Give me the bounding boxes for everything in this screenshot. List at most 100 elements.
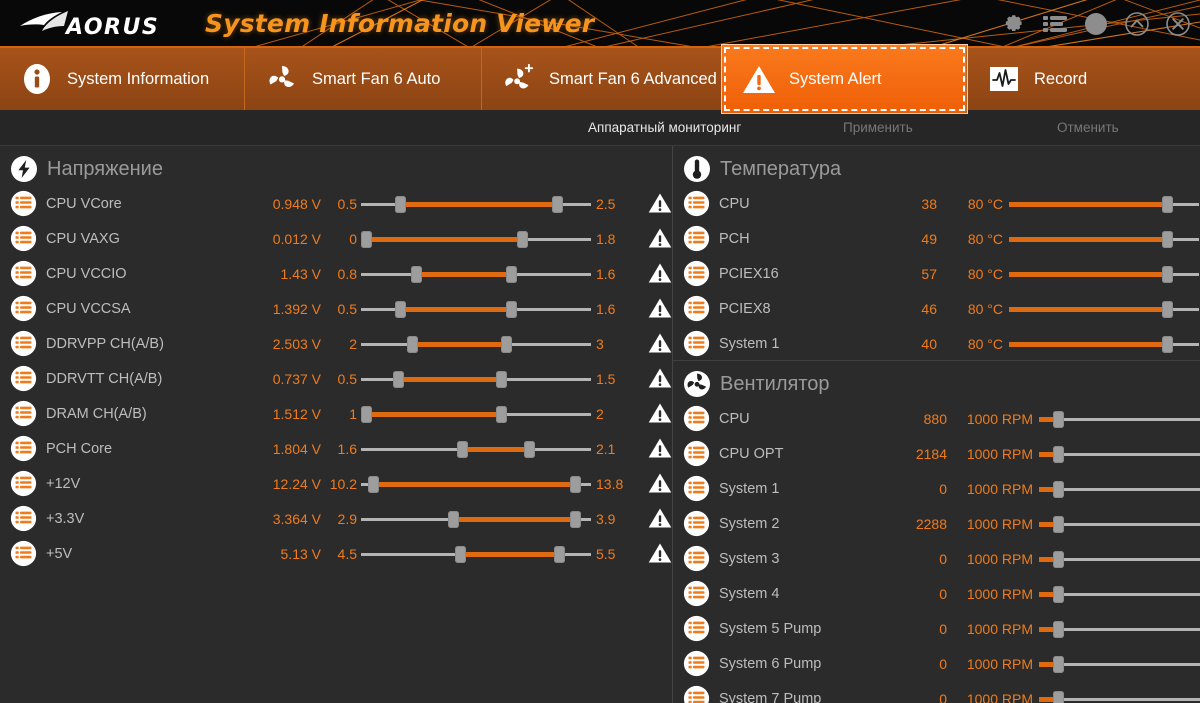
- slider-handle-min[interactable]: [406, 335, 418, 353]
- alert-toggle-icon[interactable]: [648, 507, 672, 531]
- alert-toggle-icon[interactable]: [648, 227, 672, 251]
- fan-row: CPU 880 1000 RPM: [673, 401, 1200, 436]
- voltage-range-slider[interactable]: [361, 368, 591, 390]
- slider-handle[interactable]: [1161, 230, 1173, 248]
- temperature-slider[interactable]: [1009, 193, 1199, 215]
- gear-icon[interactable]: [1000, 10, 1028, 38]
- slider-handle[interactable]: [1053, 550, 1064, 568]
- alert-toggle-icon[interactable]: [648, 332, 672, 356]
- voltage-value: 0.012 V: [272, 230, 321, 247]
- slider-handle[interactable]: [1053, 445, 1064, 463]
- fan-slider[interactable]: [1039, 548, 1200, 570]
- slider-handle-max[interactable]: [505, 265, 517, 283]
- fan-slider[interactable]: [1039, 583, 1200, 605]
- slider-handle-max[interactable]: [496, 370, 508, 388]
- fan-threshold: 1000 RPM: [966, 410, 1033, 427]
- alert-toggle-icon[interactable]: [648, 472, 672, 496]
- slider-handle[interactable]: [1161, 335, 1173, 353]
- voltage-range-slider[interactable]: [361, 508, 591, 530]
- voltage-range-slider[interactable]: [361, 473, 591, 495]
- slider-handle[interactable]: [1053, 410, 1064, 428]
- temperature-threshold: 80 °C: [967, 230, 1003, 247]
- slider-handle[interactable]: [1053, 620, 1064, 638]
- temperature-slider[interactable]: [1009, 298, 1199, 320]
- voltage-range-slider[interactable]: [361, 438, 591, 460]
- voltage-range-slider[interactable]: [361, 193, 591, 215]
- alert-toggle-icon[interactable]: [648, 402, 672, 426]
- alert-toggle-icon[interactable]: [648, 542, 672, 566]
- slider-handle-max[interactable]: [505, 300, 517, 318]
- cancel-button[interactable]: Отменить: [1057, 120, 1119, 135]
- voltage-range-slider[interactable]: [360, 403, 591, 425]
- temperature-slider[interactable]: [1009, 263, 1199, 285]
- slider-handle-max[interactable]: [500, 335, 512, 353]
- slider-handle-min[interactable]: [448, 510, 459, 528]
- slider-handle-min[interactable]: [360, 405, 372, 423]
- tab-label: Record: [1034, 69, 1088, 88]
- slider-handle-min[interactable]: [392, 370, 404, 388]
- slider-handle-min[interactable]: [411, 265, 423, 283]
- alert-toggle-icon[interactable]: [648, 262, 672, 286]
- fan-slider[interactable]: [1039, 408, 1200, 430]
- slider-handle[interactable]: [1161, 265, 1173, 283]
- slider-fill: [400, 306, 511, 312]
- voltage-min: 1.6: [337, 440, 357, 457]
- voltage-range-slider[interactable]: [361, 298, 591, 320]
- slider-handle-max[interactable]: [551, 195, 563, 213]
- fan-slider[interactable]: [1039, 478, 1200, 500]
- alert-toggle-icon[interactable]: [648, 192, 672, 216]
- fan-slider[interactable]: [1039, 653, 1200, 675]
- temperature-slider[interactable]: [1009, 228, 1199, 250]
- alert-toggle-icon[interactable]: [648, 367, 672, 391]
- hardware-monitor-button[interactable]: Аппаратный мониторинг: [588, 120, 741, 135]
- fan-plus-icon: [502, 62, 536, 96]
- slider-handle-max[interactable]: [553, 545, 565, 563]
- list-icon: [683, 330, 710, 357]
- temperature-section-header: Температура: [673, 152, 1200, 186]
- tab-smart-fan-6-auto[interactable]: Smart Fan 6 Auto: [245, 48, 482, 110]
- alert-toggle-icon[interactable]: [648, 297, 672, 321]
- slider-handle-max[interactable]: [523, 440, 535, 458]
- close-icon[interactable]: [1164, 10, 1192, 38]
- temperature-slider[interactable]: [1009, 333, 1199, 355]
- fan-slider[interactable]: [1039, 688, 1200, 703]
- slider-handle[interactable]: [1053, 585, 1064, 603]
- tab-smart-fan-6-advanced[interactable]: Smart Fan 6 Advanced: [482, 48, 722, 110]
- voltage-range-slider[interactable]: [361, 263, 591, 285]
- tab-record[interactable]: Record: [967, 48, 1200, 110]
- voltage-range-slider[interactable]: [360, 228, 591, 250]
- slider-handle-max[interactable]: [496, 405, 508, 423]
- slider-handle-min[interactable]: [395, 195, 407, 213]
- alert-toggle-icon[interactable]: [648, 437, 672, 461]
- slider-handle-min[interactable]: [454, 545, 466, 563]
- slider-handle[interactable]: [1161, 300, 1173, 318]
- slider-handle-max[interactable]: [517, 230, 528, 248]
- slider-handle-min[interactable]: [457, 440, 469, 458]
- slider-handle[interactable]: [1053, 655, 1064, 673]
- voltage-max: 2.1: [596, 440, 616, 457]
- slider-handle[interactable]: [1161, 195, 1173, 213]
- tab-label: Smart Fan 6 Advanced: [549, 69, 717, 88]
- fan-slider[interactable]: [1039, 443, 1200, 465]
- apply-button[interactable]: Применить: [843, 120, 913, 135]
- tab-system-information[interactable]: System Information: [0, 48, 245, 110]
- temperature-value: 49: [921, 230, 937, 247]
- slider-handle[interactable]: [1053, 690, 1064, 703]
- tab-system-alert[interactable]: System Alert: [722, 45, 967, 113]
- slider-handle[interactable]: [1053, 515, 1064, 533]
- slider-handle[interactable]: [1053, 480, 1064, 498]
- minimize-icon[interactable]: [1082, 10, 1110, 38]
- list-icon[interactable]: [1041, 10, 1069, 38]
- voltage-row: DRAM CH(A/B) 1.512 V 1 2: [0, 396, 672, 431]
- voltage-section-title: Напряжение: [47, 157, 163, 180]
- slider-handle-max[interactable]: [569, 475, 581, 493]
- fan-slider[interactable]: [1039, 513, 1200, 535]
- fan-slider[interactable]: [1039, 618, 1200, 640]
- slider-handle-min[interactable]: [367, 475, 379, 493]
- slider-handle-min[interactable]: [395, 300, 407, 318]
- slider-handle-max[interactable]: [569, 510, 581, 528]
- voltage-range-slider[interactable]: [361, 543, 591, 565]
- voltage-range-slider[interactable]: [361, 333, 591, 355]
- slider-handle-min[interactable]: [360, 230, 372, 248]
- collapse-icon[interactable]: [1123, 10, 1151, 38]
